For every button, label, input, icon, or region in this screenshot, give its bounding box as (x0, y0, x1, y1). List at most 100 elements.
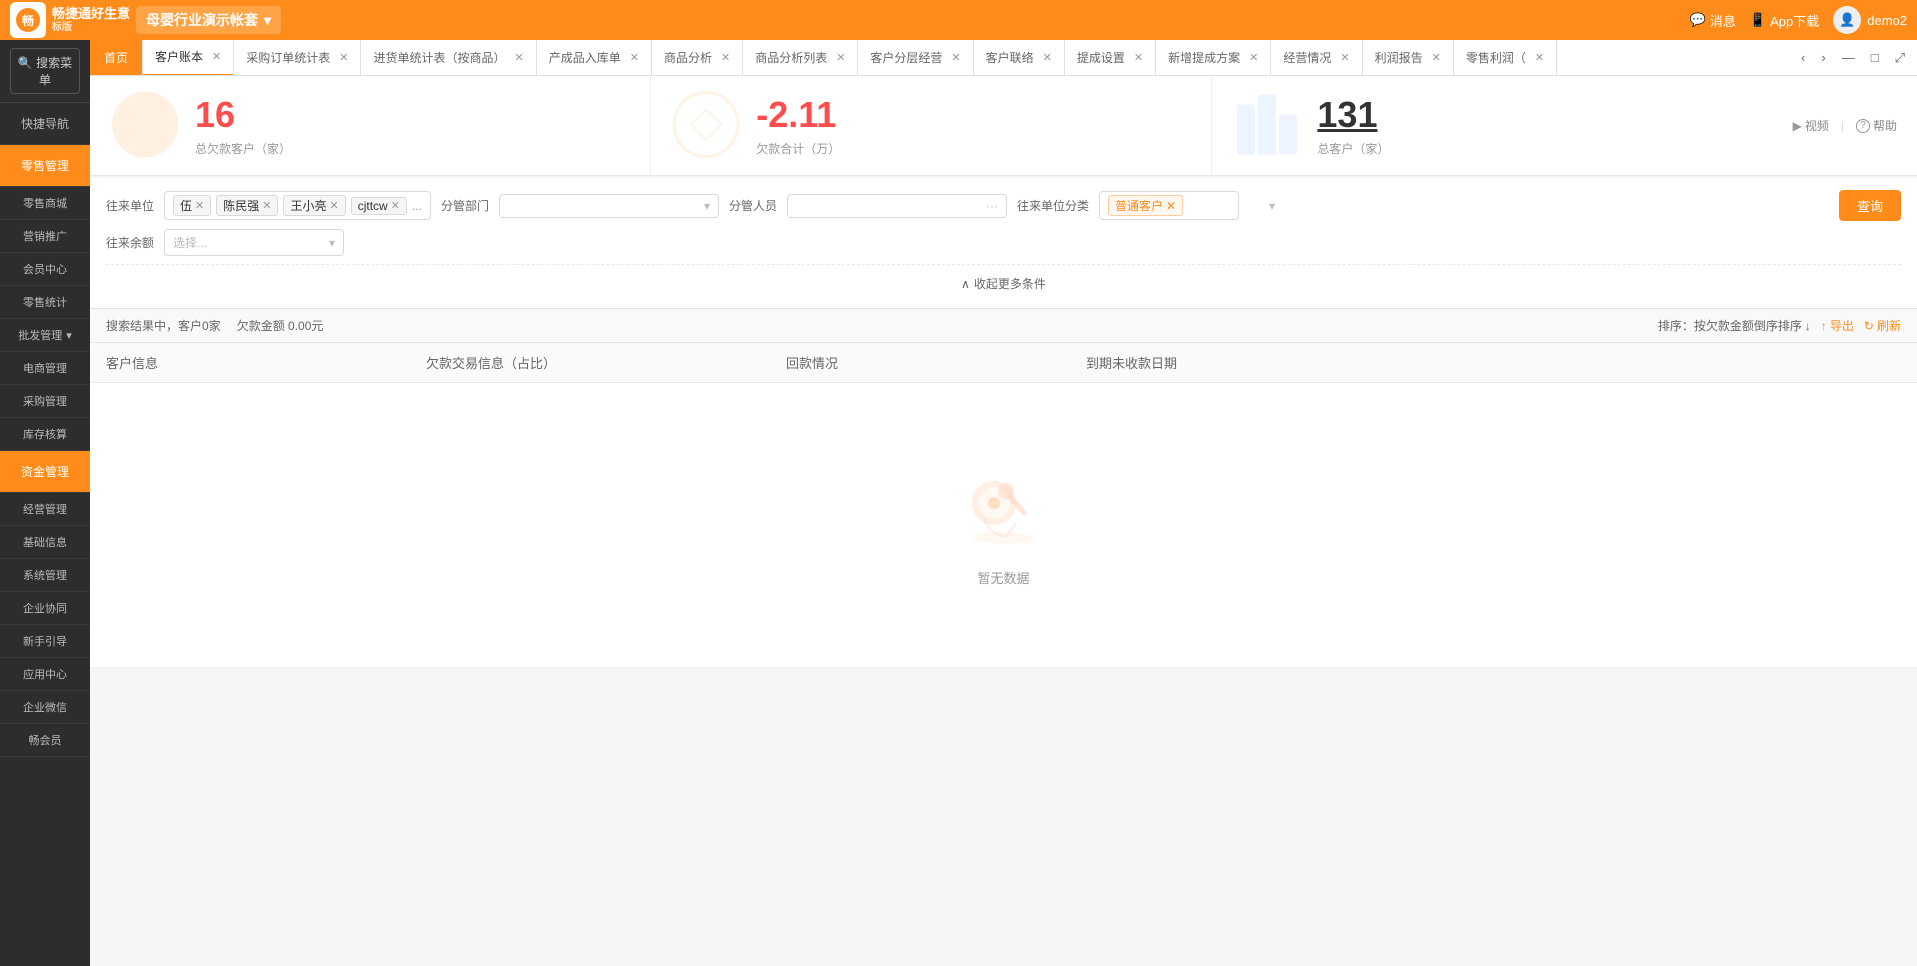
logo-area: 畅 畅捷通好生意 标版 母婴行业演示帐套 ▾ (10, 2, 1690, 38)
staff-filter-select[interactable]: ··· (787, 194, 1007, 218)
tab-business-status[interactable]: 经营情况 ✕ (1271, 40, 1362, 76)
tab-next-arrow[interactable]: › (1815, 50, 1831, 65)
tab-promote-settings[interactable]: 提成设置 ✕ (1065, 40, 1156, 76)
tab-bar: 首页 客户账本 ✕ 采购订单统计表 ✕ 进货单统计表（按商品） ✕ 产成品入库单… (90, 40, 1917, 76)
export-button[interactable]: ↑ 导出 (1821, 317, 1854, 334)
tab-retail-profit[interactable]: 零售利润（ ✕ (1454, 40, 1557, 76)
dept-filter-select[interactable]: ▾ (499, 194, 719, 218)
stat-total-label: 总客户（家） (1317, 140, 1389, 157)
sidebar-item-operations[interactable]: 经营管理 (0, 493, 90, 526)
tab-profit-report[interactable]: 利润报告 ✕ (1363, 40, 1454, 76)
tab-close-retail-profit[interactable]: ✕ (1535, 51, 1544, 64)
dept-filter-label: 分管部门 (441, 197, 489, 214)
tab-fullscreen-icon[interactable]: ⤢ (1889, 50, 1911, 66)
sidebar-item-wholesale[interactable]: 批发管理 ▾ (0, 319, 90, 352)
unit-type-dropdown[interactable]: ▾ (1249, 199, 1279, 213)
tab-product-in[interactable]: 产成品入库单 ✕ (537, 40, 652, 76)
sidebar-item-purchase[interactable]: 采购管理 (0, 385, 90, 418)
stats-row: ¥ 16 总欠款客户（家） (90, 76, 1917, 176)
tab-customer-segment[interactable]: 客户分层经营 ✕ (858, 40, 973, 76)
sidebar-item-retail-stats[interactable]: 零售统计 (0, 286, 90, 319)
sidebar-item-ecommerce[interactable]: 电商管理 (0, 352, 90, 385)
remove-tag-wu[interactable]: ✕ (195, 199, 204, 212)
tab-customer-book[interactable]: 客户账本 ✕ (143, 40, 234, 76)
stat-card-customers: ¥ 16 总欠款客户（家） (90, 76, 651, 175)
account-selector[interactable]: 母婴行业演示帐套 ▾ (136, 6, 281, 34)
tab-prev-arrow[interactable]: ‹ (1795, 50, 1811, 65)
sidebar-item-inventory[interactable]: 库存核算 (0, 418, 90, 451)
sidebar-item-retail[interactable]: 零售管理 (0, 145, 90, 187)
tab-close-new-achieve[interactable]: ✕ (1249, 51, 1258, 64)
tab-close-goods-analysis-list[interactable]: ✕ (836, 51, 845, 64)
tab-close-customer-book[interactable]: ✕ (212, 50, 221, 63)
refresh-button[interactable]: ↻ 刷新 (1864, 317, 1901, 334)
tab-minimize-icon[interactable]: — (1836, 50, 1861, 65)
sidebar-search-area: 🔍 搜索菜单 (0, 40, 90, 103)
tab-close-profit-report[interactable]: ✕ (1432, 51, 1441, 64)
tab-close-product-in[interactable]: ✕ (630, 51, 639, 64)
message-icon: 💬 (1690, 12, 1706, 28)
sidebar: 🔍 搜索菜单 快捷导航 零售管理 零售商城 营销推广 会员中心 零售统计 (0, 40, 90, 966)
tab-home[interactable]: 首页 (90, 40, 143, 76)
search-menu-button[interactable]: 🔍 搜索菜单 (10, 48, 80, 94)
sidebar-item-new-guide[interactable]: 新手引导 (0, 625, 90, 658)
remove-tag-chen[interactable]: ✕ (262, 199, 271, 212)
result-bar-left: 搜索结果中，客户0家 欠款金额 0.00元 (106, 317, 323, 334)
unit-filter-more[interactable]: ... (412, 199, 422, 213)
sort-button[interactable]: 排序：按欠款金额倒序排序 ↓ (1658, 317, 1811, 334)
sidebar-item-basic-info[interactable]: 基础信息 (0, 526, 90, 559)
download-btn[interactable]: 📱 App下载 (1750, 11, 1819, 30)
table-header-customer: 客户信息 (106, 353, 426, 372)
stat-customers-number: 16 (195, 94, 291, 136)
user-avatar[interactable]: 👤 demo2 (1833, 6, 1907, 34)
unit-filter-tags[interactable]: 伍 ✕ 陈民强 ✕ 王小亮 ✕ (164, 191, 431, 220)
stat-card-total: 131 总客户（家） (1212, 76, 1772, 175)
remove-tag-wang[interactable]: ✕ (330, 199, 339, 212)
sidebar-item-marketing[interactable]: 营销推广 (0, 220, 90, 253)
query-button[interactable]: 查询 (1839, 190, 1901, 221)
stats-help-area: ▶ 视频 | ? 帮助 (1773, 76, 1917, 175)
tab-maximize-icon[interactable]: □ (1865, 50, 1885, 65)
stat-bg-circle-2 (671, 89, 741, 162)
sidebar-item-enterprise-wechat[interactable]: 企业微信 (0, 691, 90, 724)
unit-type-filter[interactable]: 普通客户 ✕ (1099, 191, 1239, 220)
app-name: 畅捷通好生意 (52, 6, 130, 22)
tab-close-goods-in[interactable]: ✕ (515, 51, 524, 64)
tab-close-promote-settings[interactable]: ✕ (1134, 51, 1143, 64)
tab-customer-contact[interactable]: 客户联络 ✕ (974, 40, 1065, 76)
tab-bar-controls: ‹ › — □ ⤢ (1795, 50, 1917, 66)
tab-close-purchase[interactable]: ✕ (339, 51, 348, 64)
sidebar-item-member[interactable]: 会员中心 (0, 253, 90, 286)
tab-goods-analysis-list[interactable]: 商品分析列表 ✕ (743, 40, 858, 76)
tab-close-customer-contact[interactable]: ✕ (1043, 51, 1052, 64)
sidebar-item-vip-member[interactable]: 畅会员 (0, 724, 90, 757)
selector-dropdown-icon: ▾ (264, 12, 271, 29)
staff-filter-label: 分管人员 (729, 197, 777, 214)
export-icon: ↑ (1821, 319, 1827, 333)
sidebar-item-app-center[interactable]: 应用中心 (0, 658, 90, 691)
sidebar-item-retail-mall[interactable]: 零售商城 (0, 187, 90, 220)
tab-close-business-status[interactable]: ✕ (1340, 51, 1349, 64)
message-btn[interactable]: 💬 消息 (1690, 11, 1736, 30)
refresh-icon: ↻ (1864, 319, 1874, 333)
dept-dropdown-icon: ▾ (704, 199, 710, 213)
tab-goods-in-stats[interactable]: 进货单统计表（按商品） ✕ (361, 40, 536, 76)
sidebar-item-system[interactable]: 系统管理 (0, 559, 90, 592)
tab-new-achieve[interactable]: 新增提成方案 ✕ (1156, 40, 1271, 76)
table-header-date: 到期未收款日期 (1086, 353, 1901, 372)
collapse-button[interactable]: ∧ 收起更多条件 (106, 271, 1901, 296)
sidebar-item-finance[interactable]: 资金管理 (0, 451, 90, 493)
svg-text:¥: ¥ (136, 105, 154, 138)
remove-tag-normal[interactable]: ✕ (1166, 199, 1176, 213)
balance-filter-input[interactable]: 选择... ▾ (164, 229, 344, 256)
tab-close-goods-analysis[interactable]: ✕ (721, 51, 730, 64)
remove-tag-cjttcw[interactable]: ✕ (391, 199, 400, 212)
tab-purchase-order[interactable]: 采购订单统计表 ✕ (234, 40, 361, 76)
tab-close-customer-segment[interactable]: ✕ (951, 51, 960, 64)
sidebar-item-enterprise-collab[interactable]: 企业协同 (0, 592, 90, 625)
sidebar-quick-nav[interactable]: 快捷导航 (0, 103, 90, 145)
video-btn[interactable]: ▶ 视频 (1793, 117, 1829, 134)
tab-goods-analysis[interactable]: 商品分析 ✕ (652, 40, 743, 76)
help-btn[interactable]: ? 帮助 (1856, 117, 1897, 134)
stat-bg-circle-1: ¥ (110, 89, 180, 162)
